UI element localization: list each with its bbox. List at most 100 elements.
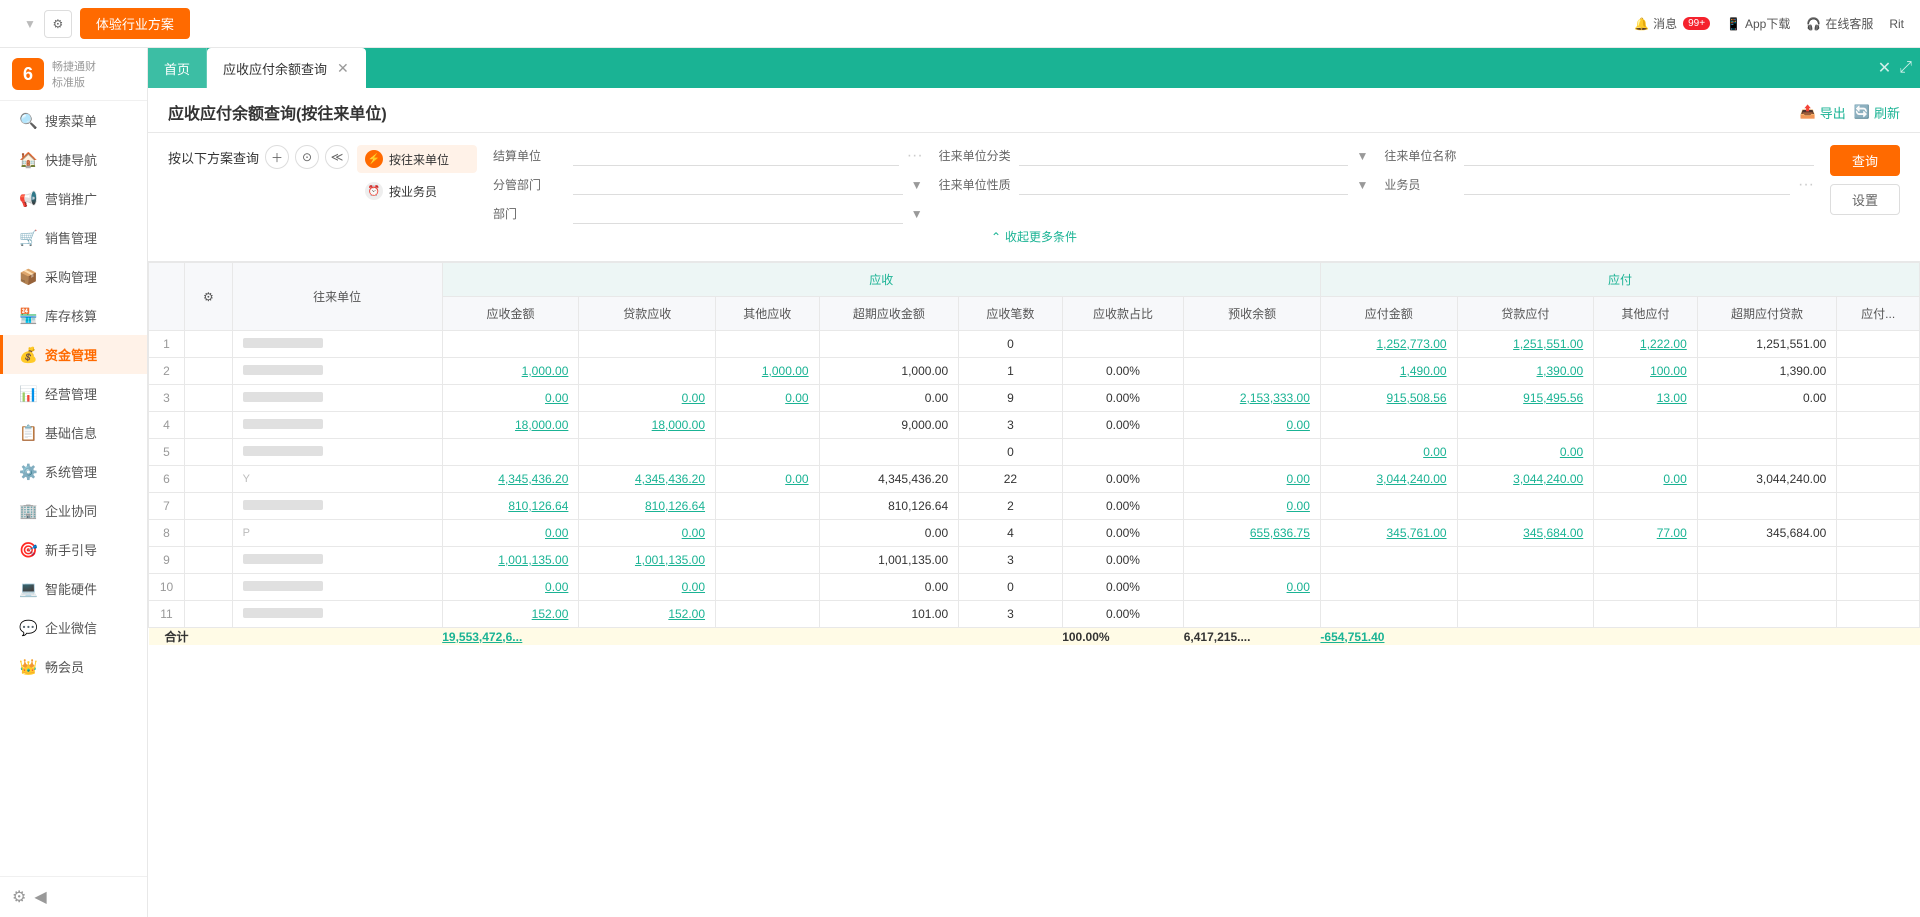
row-ap-other[interactable] — [1594, 574, 1698, 601]
sidebar-item-sales[interactable]: 🛒 销售管理 — [0, 218, 147, 257]
cell-value[interactable]: 0.00 — [1287, 418, 1310, 432]
cell-value[interactable]: 0.00 — [545, 526, 568, 540]
cell-value[interactable]: 152.00 — [668, 607, 705, 621]
row-ap-amount[interactable] — [1320, 601, 1457, 628]
cell-value[interactable]: 810,126.64 — [645, 499, 705, 513]
refresh-button[interactable]: 🔄 刷新 — [1854, 103, 1900, 122]
row-ap-other[interactable]: 77.00 — [1594, 520, 1698, 547]
row-ap-loan[interactable] — [1457, 601, 1594, 628]
row-ap-other[interactable]: 13.00 — [1594, 385, 1698, 412]
row-ap-other[interactable] — [1594, 493, 1698, 520]
row-ar-prepay[interactable] — [1184, 547, 1321, 574]
field-salesman-dots[interactable]: ··· — [1798, 176, 1814, 194]
row-ap-loan[interactable]: 345,684.00 — [1457, 520, 1594, 547]
cell-value[interactable]: 3,044,240.00 — [1513, 472, 1583, 486]
field-partner-nature-select[interactable] — [1019, 174, 1349, 195]
row-ar-other[interactable] — [716, 574, 820, 601]
row-ar-other[interactable]: 0.00 — [716, 466, 820, 493]
cell-value[interactable]: 77.00 — [1657, 526, 1687, 540]
settings-bottom-icon[interactable]: ⚙ — [12, 887, 26, 907]
cell-value[interactable]: 915,508.56 — [1387, 391, 1447, 405]
cell-value[interactable]: 1,252,773.00 — [1376, 337, 1446, 351]
tab-close-all-icon[interactable]: ✕ — [1878, 58, 1891, 78]
row-ar-other[interactable] — [716, 520, 820, 547]
cell-value[interactable]: 1,251,551.00 — [1513, 337, 1583, 351]
row-ap-loan[interactable] — [1457, 574, 1594, 601]
row-ar-other[interactable] — [716, 439, 820, 466]
app-download-btn[interactable]: 📱 App下载 — [1726, 15, 1790, 32]
sidebar-item-wechat[interactable]: 💬 企业微信 — [0, 608, 147, 647]
row-ar-loan[interactable] — [579, 439, 716, 466]
row-ap-other[interactable]: 0.00 — [1594, 466, 1698, 493]
cell-value[interactable]: 810,126.64 — [508, 499, 568, 513]
field-salesman-input[interactable] — [1464, 174, 1790, 195]
row-ap-loan[interactable]: 0.00 — [1457, 439, 1594, 466]
message-btn[interactable]: 🔔 消息 99+ — [1634, 15, 1710, 32]
row-ar-other[interactable]: 1,000.00 — [716, 358, 820, 385]
sidebar-item-inventory[interactable]: 🏪 库存核算 — [0, 296, 147, 335]
cell-value[interactable]: 2,153,333.00 — [1240, 391, 1310, 405]
row-ar-other[interactable] — [716, 601, 820, 628]
row-ap-amount[interactable]: 1,252,773.00 — [1320, 331, 1457, 358]
row-ar-other[interactable] — [716, 331, 820, 358]
cell-value[interactable]: 1,390.00 — [1537, 364, 1584, 378]
sidebar-item-guide[interactable]: 🎯 新手引导 — [0, 530, 147, 569]
cell-value[interactable]: 4,345,436.20 — [635, 472, 705, 486]
online-service-btn[interactable]: 🎧 在线客服 — [1806, 15, 1873, 32]
row-ap-loan[interactable]: 915,495.56 — [1457, 385, 1594, 412]
cell-value[interactable]: 18,000.00 — [515, 418, 568, 432]
promo-button[interactable]: 体验行业方案 — [80, 8, 190, 39]
total-ap-amount[interactable]: -654,751.40 — [1320, 628, 1457, 646]
sidebar-item-hardware[interactable]: 💻 智能硬件 — [0, 569, 147, 608]
breadcrumb-dropdown[interactable]: ▼ — [24, 17, 36, 31]
export-button[interactable]: 📤 导出 — [1800, 103, 1846, 122]
row-ar-prepay[interactable]: 0.00 — [1184, 412, 1321, 439]
row-ap-amount[interactable] — [1320, 493, 1457, 520]
col-settings-header[interactable]: ⚙ — [185, 263, 233, 331]
row-ap-amount[interactable]: 3,044,240.00 — [1320, 466, 1457, 493]
row-ar-prepay[interactable] — [1184, 439, 1321, 466]
row-ap-other[interactable]: 100.00 — [1594, 358, 1698, 385]
row-ar-amount[interactable]: 0.00 — [442, 520, 579, 547]
row-ap-amount[interactable]: 345,761.00 — [1320, 520, 1457, 547]
row-ap-loan[interactable]: 1,390.00 — [1457, 358, 1594, 385]
row-ar-loan[interactable]: 0.00 — [579, 520, 716, 547]
row-ar-loan[interactable]: 1,001,135.00 — [579, 547, 716, 574]
setting-button[interactable]: 设置 — [1830, 184, 1900, 215]
row-ar-other[interactable] — [716, 547, 820, 574]
row-ar-loan[interactable]: 0.00 — [579, 574, 716, 601]
tab-close-icon[interactable]: ✕ — [337, 60, 349, 77]
row-ar-prepay[interactable] — [1184, 331, 1321, 358]
row-ap-loan[interactable] — [1457, 412, 1594, 439]
field-partner-category-chevron[interactable]: ▼ — [1356, 149, 1368, 163]
options-filter-btn[interactable]: ⊙ — [295, 145, 319, 169]
gear-icon-btn[interactable]: ⚙ — [44, 10, 72, 38]
field-dept-chevron[interactable]: ▼ — [911, 178, 923, 192]
cell-value[interactable]: 0.00 — [785, 472, 808, 486]
cell-value[interactable]: 18,000.00 — [652, 418, 705, 432]
row-ap-other[interactable] — [1594, 412, 1698, 439]
cell-value[interactable]: 0.00 — [682, 526, 705, 540]
sidebar-item-system[interactable]: ⚙️ 系统管理 — [0, 452, 147, 491]
row-ar-loan[interactable]: 810,126.64 — [579, 493, 716, 520]
sidebar-item-basic-info[interactable]: 📋 基础信息 — [0, 413, 147, 452]
row-ar-loan[interactable]: 0.00 — [579, 385, 716, 412]
row-ar-prepay[interactable] — [1184, 601, 1321, 628]
cell-value[interactable]: 4,345,436.20 — [498, 472, 568, 486]
cell-value[interactable]: 0.00 — [682, 391, 705, 405]
field-partner-nature-chevron[interactable]: ▼ — [1356, 178, 1368, 192]
row-ar-prepay[interactable]: 655,636.75 — [1184, 520, 1321, 547]
cell-value[interactable]: 152.00 — [532, 607, 569, 621]
row-ar-prepay[interactable]: 0.00 — [1184, 466, 1321, 493]
field-settlement-input[interactable] — [573, 145, 899, 166]
cell-value[interactable]: 0.00 — [682, 580, 705, 594]
row-ar-other[interactable]: 0.00 — [716, 385, 820, 412]
cell-value[interactable]: 655,636.75 — [1250, 526, 1310, 540]
sidebar-item-finance[interactable]: 💰 资金管理 — [0, 335, 147, 374]
row-ar-loan[interactable]: 18,000.00 — [579, 412, 716, 439]
cell-value[interactable]: 0.00 — [785, 391, 808, 405]
row-ar-amount[interactable]: 1,000.00 — [442, 358, 579, 385]
row-ar-amount[interactable]: 0.00 — [442, 574, 579, 601]
row-ar-other[interactable] — [716, 493, 820, 520]
cell-value[interactable]: 0.00 — [1287, 580, 1310, 594]
